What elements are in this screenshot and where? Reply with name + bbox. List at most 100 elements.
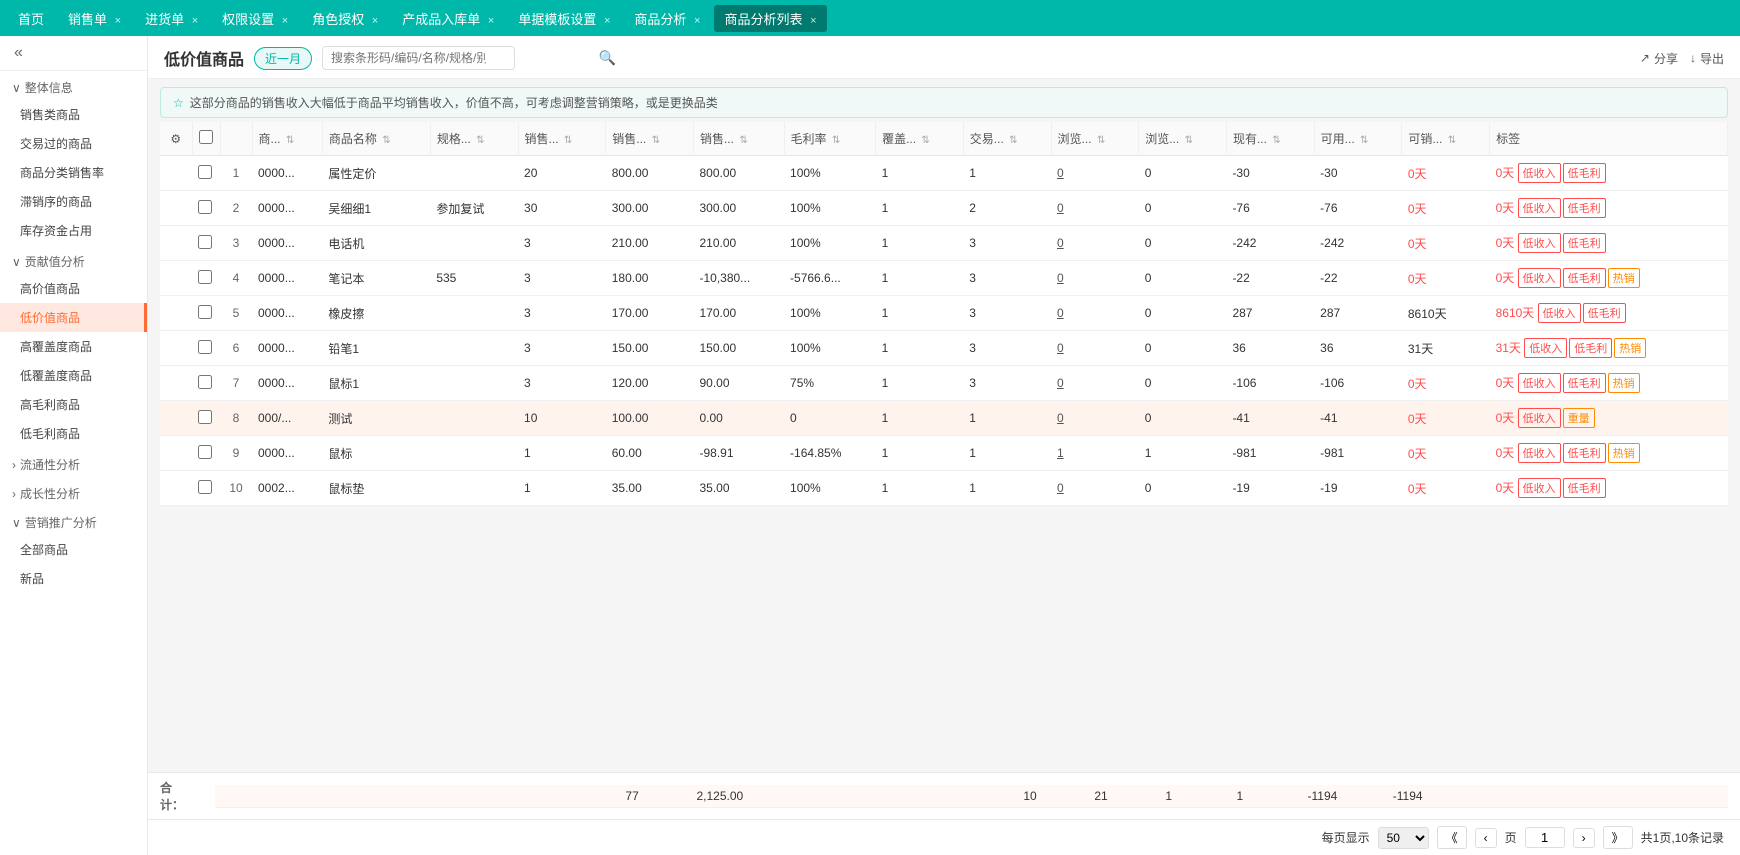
nav-roles[interactable]: 角色授权 × bbox=[302, 5, 388, 32]
days-cell: 31天 bbox=[1496, 341, 1521, 355]
cell-view1[interactable]: 0 bbox=[1051, 191, 1139, 226]
nav-permissions[interactable]: 权限设置 × bbox=[212, 5, 298, 32]
col-available[interactable]: 可用... ⇅ bbox=[1314, 122, 1402, 156]
sidebar-item-all-products[interactable]: 全部商品 bbox=[0, 535, 147, 564]
col-gross-rate[interactable]: 毛利率 ⇅ bbox=[784, 122, 876, 156]
col-name[interactable]: 商品名称 ⇅ bbox=[322, 122, 430, 156]
col-view1[interactable]: 浏览... ⇅ bbox=[1051, 122, 1139, 156]
cell-view1[interactable]: 0 bbox=[1051, 156, 1139, 191]
nav-analysis-list[interactable]: 商品分析列表 × bbox=[714, 5, 826, 32]
row-checkbox-6[interactable] bbox=[198, 375, 212, 389]
cell-checkbox[interactable] bbox=[192, 436, 220, 471]
col-cover[interactable]: 覆盖... ⇅ bbox=[876, 122, 964, 156]
col-sales-amt[interactable]: 销售... ⇅ bbox=[606, 122, 694, 156]
sidebar-section-contribution[interactable]: ∨ 贡献值分析 bbox=[0, 245, 147, 274]
nav-sales[interactable]: 销售单 × bbox=[58, 5, 131, 32]
cell-view1[interactable]: 0 bbox=[1051, 401, 1139, 436]
sidebar-item-high-value[interactable]: 高价值商品 bbox=[0, 274, 147, 303]
row-checkbox-8[interactable] bbox=[198, 445, 212, 459]
row-checkbox-0[interactable] bbox=[198, 165, 212, 179]
nav-products[interactable]: 产成品入库单 × bbox=[392, 5, 504, 32]
days-cell: 0天 bbox=[1408, 377, 1427, 391]
last-page-btn[interactable]: 》 bbox=[1603, 826, 1633, 849]
row-checkbox-5[interactable] bbox=[198, 340, 212, 354]
sidebar-item-traded[interactable]: 交易过的商品 bbox=[0, 129, 147, 158]
cell-gross-rate: -5766.6... bbox=[784, 261, 876, 296]
cell-settings bbox=[160, 226, 192, 261]
select-all-checkbox[interactable] bbox=[199, 130, 213, 144]
cell-sales-sub: -98.91 bbox=[693, 436, 784, 471]
row-checkbox-9[interactable] bbox=[198, 480, 212, 494]
cell-checkbox[interactable] bbox=[192, 261, 220, 296]
days-cell: 0天 bbox=[1496, 271, 1515, 285]
sidebar-item-low-coverage[interactable]: 低覆盖度商品 bbox=[0, 361, 147, 390]
sidebar-item-high-coverage[interactable]: 高覆盖度商品 bbox=[0, 332, 147, 361]
nav-analysis[interactable]: 商品分析 × bbox=[624, 5, 710, 32]
nav-purchase[interactable]: 进货单 × bbox=[135, 5, 208, 32]
col-code[interactable]: 商... ⇅ bbox=[252, 122, 322, 156]
cell-view1[interactable]: 0 bbox=[1051, 331, 1139, 366]
col-settings[interactable]: ⚙ bbox=[160, 122, 192, 156]
cell-view1[interactable]: 0 bbox=[1051, 366, 1139, 401]
sidebar-section-flow[interactable]: › 流通性分析 bbox=[0, 448, 147, 477]
sidebar-item-category-rate[interactable]: 商品分类销售率 bbox=[0, 158, 147, 187]
sidebar-item-sales-products[interactable]: 销售类商品 bbox=[0, 100, 147, 129]
row-checkbox-2[interactable] bbox=[198, 235, 212, 249]
cell-checkbox[interactable] bbox=[192, 156, 220, 191]
sidebar-item-low-value[interactable]: 低价值商品 bbox=[0, 303, 147, 332]
cell-checkbox[interactable] bbox=[192, 401, 220, 436]
col-spec[interactable]: 规格... ⇅ bbox=[430, 122, 518, 156]
total-row: 77 2,125.00 10 21 1 1 -1194 -1194 bbox=[215, 785, 1728, 808]
cell-view1[interactable]: 0 bbox=[1051, 471, 1139, 506]
cell-checkbox[interactable] bbox=[192, 296, 220, 331]
sidebar-section-growth[interactable]: › 成长性分析 bbox=[0, 477, 147, 506]
col-view2[interactable]: 浏览... ⇅ bbox=[1139, 122, 1227, 156]
cell-name: 鼠标 bbox=[322, 436, 430, 471]
page-number-input[interactable] bbox=[1525, 827, 1565, 848]
col-sellable[interactable]: 可销... ⇅ bbox=[1402, 122, 1490, 156]
cell-view1[interactable]: 0 bbox=[1051, 296, 1139, 331]
cell-sales-amt: 150.00 bbox=[606, 331, 694, 366]
cell-view2: 0 bbox=[1139, 156, 1227, 191]
sidebar-item-slow-moving[interactable]: 滞销序的商品 bbox=[0, 187, 147, 216]
tag-低收入: 低收入 bbox=[1518, 443, 1561, 463]
nav-home[interactable]: 首页 bbox=[8, 5, 54, 32]
sidebar-section-overall[interactable]: ∨ 整体信息 bbox=[0, 71, 147, 100]
cell-checkbox[interactable] bbox=[192, 191, 220, 226]
nav-templates[interactable]: 单据模板设置 × bbox=[508, 5, 620, 32]
col-sales-qty[interactable]: 销售... ⇅ bbox=[518, 122, 606, 156]
cell-trade: 3 bbox=[963, 261, 1051, 296]
share-btn[interactable]: ↗ 分享 bbox=[1640, 50, 1678, 67]
row-checkbox-7[interactable] bbox=[198, 410, 212, 424]
sidebar-item-high-margin[interactable]: 高毛利商品 bbox=[0, 390, 147, 419]
sidebar-section-marketing[interactable]: ∨ 营销推广分析 bbox=[0, 506, 147, 535]
row-checkbox-4[interactable] bbox=[198, 305, 212, 319]
cell-checkbox[interactable] bbox=[192, 226, 220, 261]
export-btn[interactable]: ↓ 导出 bbox=[1690, 50, 1724, 67]
table-row: 3 0000... 电话机 3 210.00 210.00 100% 1 3 0… bbox=[160, 226, 1728, 261]
prev-page-btn[interactable]: ‹ bbox=[1475, 828, 1497, 848]
filter-period-btn[interactable]: 近一月 bbox=[254, 47, 312, 70]
search-icon[interactable]: 🔍 bbox=[599, 50, 616, 67]
col-sales-sub[interactable]: 销售... ⇅ bbox=[693, 122, 784, 156]
first-page-btn[interactable]: 《 bbox=[1437, 826, 1467, 849]
sidebar-item-inventory-fund[interactable]: 库存资金占用 bbox=[0, 216, 147, 245]
per-page-select[interactable]: 50 100 200 bbox=[1378, 827, 1429, 849]
cell-view1[interactable]: 0 bbox=[1051, 261, 1139, 296]
row-checkbox-3[interactable] bbox=[198, 270, 212, 284]
sidebar-item-new-products[interactable]: 新品 bbox=[0, 564, 147, 593]
col-current[interactable]: 现有... ⇅ bbox=[1226, 122, 1314, 156]
cell-checkbox[interactable] bbox=[192, 471, 220, 506]
cell-available: -22 bbox=[1314, 261, 1402, 296]
row-checkbox-1[interactable] bbox=[198, 200, 212, 214]
sidebar-collapse-btn[interactable]: « bbox=[8, 42, 29, 64]
cell-checkbox[interactable] bbox=[192, 366, 220, 401]
cell-view1[interactable]: 0 bbox=[1051, 226, 1139, 261]
next-page-btn[interactable]: › bbox=[1573, 828, 1595, 848]
sidebar-item-low-margin[interactable]: 低毛利商品 bbox=[0, 419, 147, 448]
cell-view1[interactable]: 1 bbox=[1051, 436, 1139, 471]
cell-checkbox[interactable] bbox=[192, 331, 220, 366]
tag-低毛利: 低毛利 bbox=[1563, 478, 1606, 498]
search-input[interactable] bbox=[322, 46, 515, 70]
col-trade[interactable]: 交易... ⇅ bbox=[963, 122, 1051, 156]
